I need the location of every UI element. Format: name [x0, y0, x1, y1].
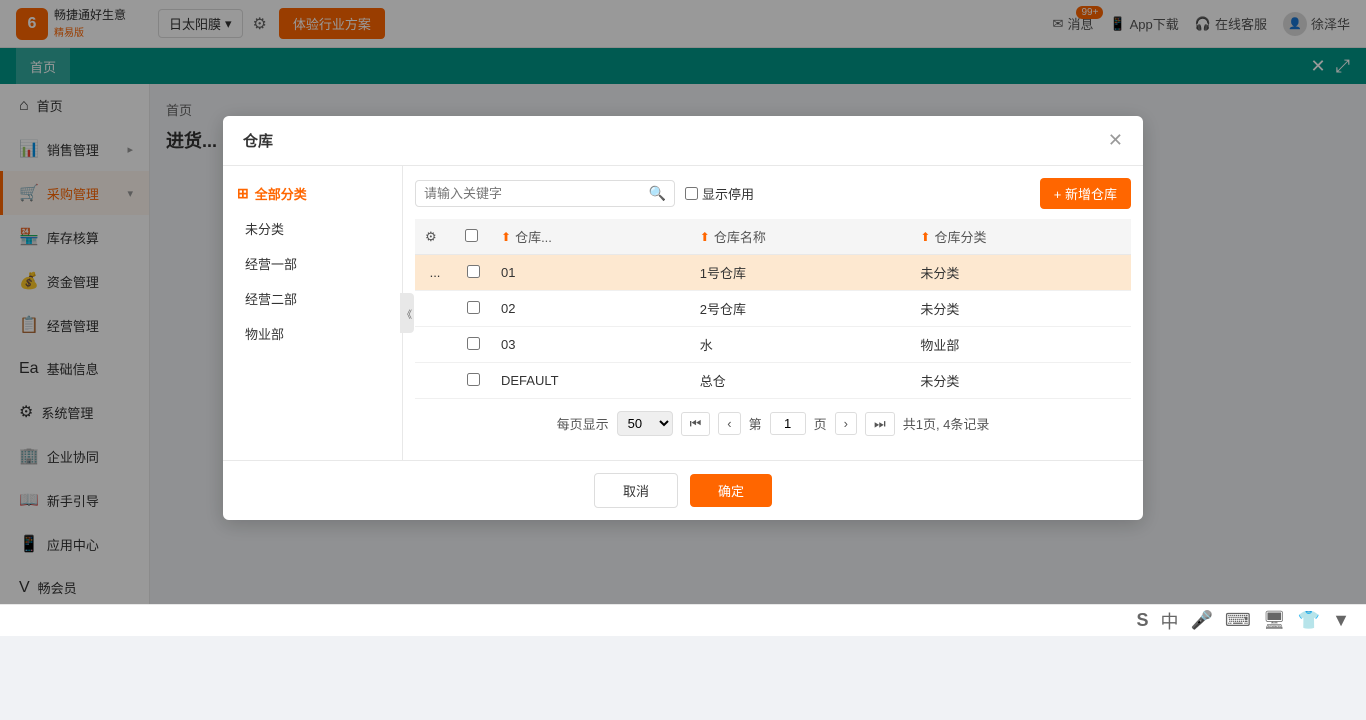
row-code-4: DEFAULT — [491, 363, 690, 399]
keyboard-icon[interactable]: ⌨ — [1225, 610, 1251, 631]
row-category-2: 未分类 — [910, 291, 1131, 327]
row-checkbox-1[interactable] — [467, 265, 480, 278]
row-code-3: 03 — [491, 327, 690, 363]
row-checkbox-2[interactable] — [467, 301, 480, 314]
display-icon[interactable]: 🖥 — [1263, 610, 1286, 631]
category-all[interactable]: ⊞ 全部分类 — [223, 176, 402, 211]
per-page-label: 每页显示 — [557, 414, 609, 433]
th-check — [455, 219, 491, 255]
table-wrapper: ⚙ ⬆ 仓库... — [415, 219, 1131, 399]
table-panel: 🔍 显示停用 + 新增仓库 ⚙ — [403, 166, 1143, 460]
collapse-btn[interactable]: 《 — [400, 293, 414, 333]
category-item-property[interactable]: 物业部 — [223, 316, 402, 351]
grid-icon: ⊞ — [237, 185, 249, 202]
cancel-btn[interactable]: 取消 — [594, 473, 678, 508]
warehouse-modal: 仓库 ✕ ⊞ 全部分类 未分类 经营一部 经营二部 物业部 《 — [223, 116, 1143, 520]
table-head: ⚙ ⬆ 仓库... — [415, 219, 1131, 255]
warehouse-table: ⚙ ⬆ 仓库... — [415, 219, 1131, 399]
modal-overlay: 仓库 ✕ ⊞ 全部分类 未分类 经营一部 经营二部 物业部 《 — [0, 0, 1366, 636]
show-disabled-checkbox[interactable] — [685, 187, 698, 200]
modal-close-btn[interactable]: ✕ — [1108, 130, 1123, 151]
s-logo: S — [1136, 610, 1148, 631]
row-name-3: 水 — [690, 327, 911, 363]
row-check-3 — [455, 327, 491, 363]
th-code: ⬆ 仓库... — [491, 219, 690, 255]
row-code-2: 02 — [491, 291, 690, 327]
shirt-icon[interactable]: 👕 — [1298, 610, 1320, 631]
th-gear: ⚙ — [415, 219, 455, 255]
category-panel: ⊞ 全部分类 未分类 经营一部 经营二部 物业部 《 — [223, 166, 403, 460]
sort-icon-code: ⬆ — [501, 230, 511, 244]
row-check-4 — [455, 363, 491, 399]
row-name-1: 1号仓库 — [690, 255, 911, 291]
row-gear-1: ... — [415, 255, 455, 291]
search-input-wrap: 🔍 — [415, 180, 675, 207]
row-check-2 — [455, 291, 491, 327]
search-input[interactable] — [424, 186, 649, 201]
page-unit: 页 — [814, 414, 827, 433]
first-page-btn[interactable]: ⏮ — [681, 412, 711, 436]
bottombar: S 中 🎤 ⌨ 🖥 👕 ▼ — [0, 604, 1366, 636]
page-label: 第 — [749, 414, 762, 433]
table-row[interactable]: DEFAULT 总仓 未分类 — [415, 363, 1131, 399]
sort-icon-category: ⬆ — [920, 230, 930, 244]
category-item-unclassified[interactable]: 未分类 — [223, 211, 402, 246]
cn-flag: 中 — [1160, 608, 1178, 634]
pagination: 每页显示 50 20 100 ⏮ ‹ 第 页 › ⏭ 共1页, 4条记录 — [415, 399, 1131, 448]
row-name-4: 总仓 — [690, 363, 911, 399]
th-category: ⬆ 仓库分类 — [910, 219, 1131, 255]
select-all-checkbox[interactable] — [465, 229, 478, 242]
row-category-1: 未分类 — [910, 255, 1131, 291]
last-page-btn[interactable]: ⏭ — [865, 412, 895, 436]
chevron-down-icon[interactable]: ▼ — [1332, 610, 1350, 631]
table-row[interactable]: ... 01 1号仓库 未分类 — [415, 255, 1131, 291]
add-warehouse-btn[interactable]: + 新增仓库 — [1040, 178, 1131, 209]
modal-body: ⊞ 全部分类 未分类 经营一部 经营二部 物业部 《 🔍 — [223, 166, 1143, 460]
confirm-btn[interactable]: 确定 — [690, 474, 772, 507]
row-name-2: 2号仓库 — [690, 291, 911, 327]
sort-icon-name: ⬆ — [700, 230, 710, 244]
table-toolbar: 🔍 显示停用 + 新增仓库 — [415, 178, 1131, 209]
row-category-3: 物业部 — [910, 327, 1131, 363]
th-name: ⬆ 仓库名称 — [690, 219, 911, 255]
mic-icon[interactable]: 🎤 — [1190, 610, 1212, 631]
row-gear-3 — [415, 327, 455, 363]
row-checkbox-4[interactable] — [467, 373, 480, 386]
show-disabled-label: 显示停用 — [702, 184, 754, 203]
modal-title: 仓库 — [243, 130, 273, 151]
row-category-4: 未分类 — [910, 363, 1131, 399]
per-page-select[interactable]: 50 20 100 — [617, 411, 673, 436]
category-item-dept2[interactable]: 经营二部 — [223, 281, 402, 316]
table-body: ... 01 1号仓库 未分类 — [415, 255, 1131, 399]
table-row[interactable]: 03 水 物业部 — [415, 327, 1131, 363]
category-item-dept1[interactable]: 经营一部 — [223, 246, 402, 281]
next-page-btn[interactable]: › — [835, 412, 857, 435]
modal-footer: 取消 确定 — [223, 460, 1143, 520]
row-gear-4 — [415, 363, 455, 399]
row-code-1: 01 — [491, 255, 690, 291]
category-all-label: 全部分类 — [255, 184, 307, 203]
total-records: 共1页, 4条记录 — [903, 414, 990, 433]
prev-page-btn[interactable]: ‹ — [718, 412, 740, 435]
search-icon[interactable]: 🔍 — [649, 185, 666, 202]
row-gear-2 — [415, 291, 455, 327]
show-disabled-toggle[interactable]: 显示停用 — [685, 184, 754, 203]
modal-header: 仓库 ✕ — [223, 116, 1143, 166]
row-checkbox-3[interactable] — [467, 337, 480, 350]
row-check-1 — [455, 255, 491, 291]
table-row[interactable]: 02 2号仓库 未分类 — [415, 291, 1131, 327]
current-page-input[interactable] — [770, 412, 806, 435]
